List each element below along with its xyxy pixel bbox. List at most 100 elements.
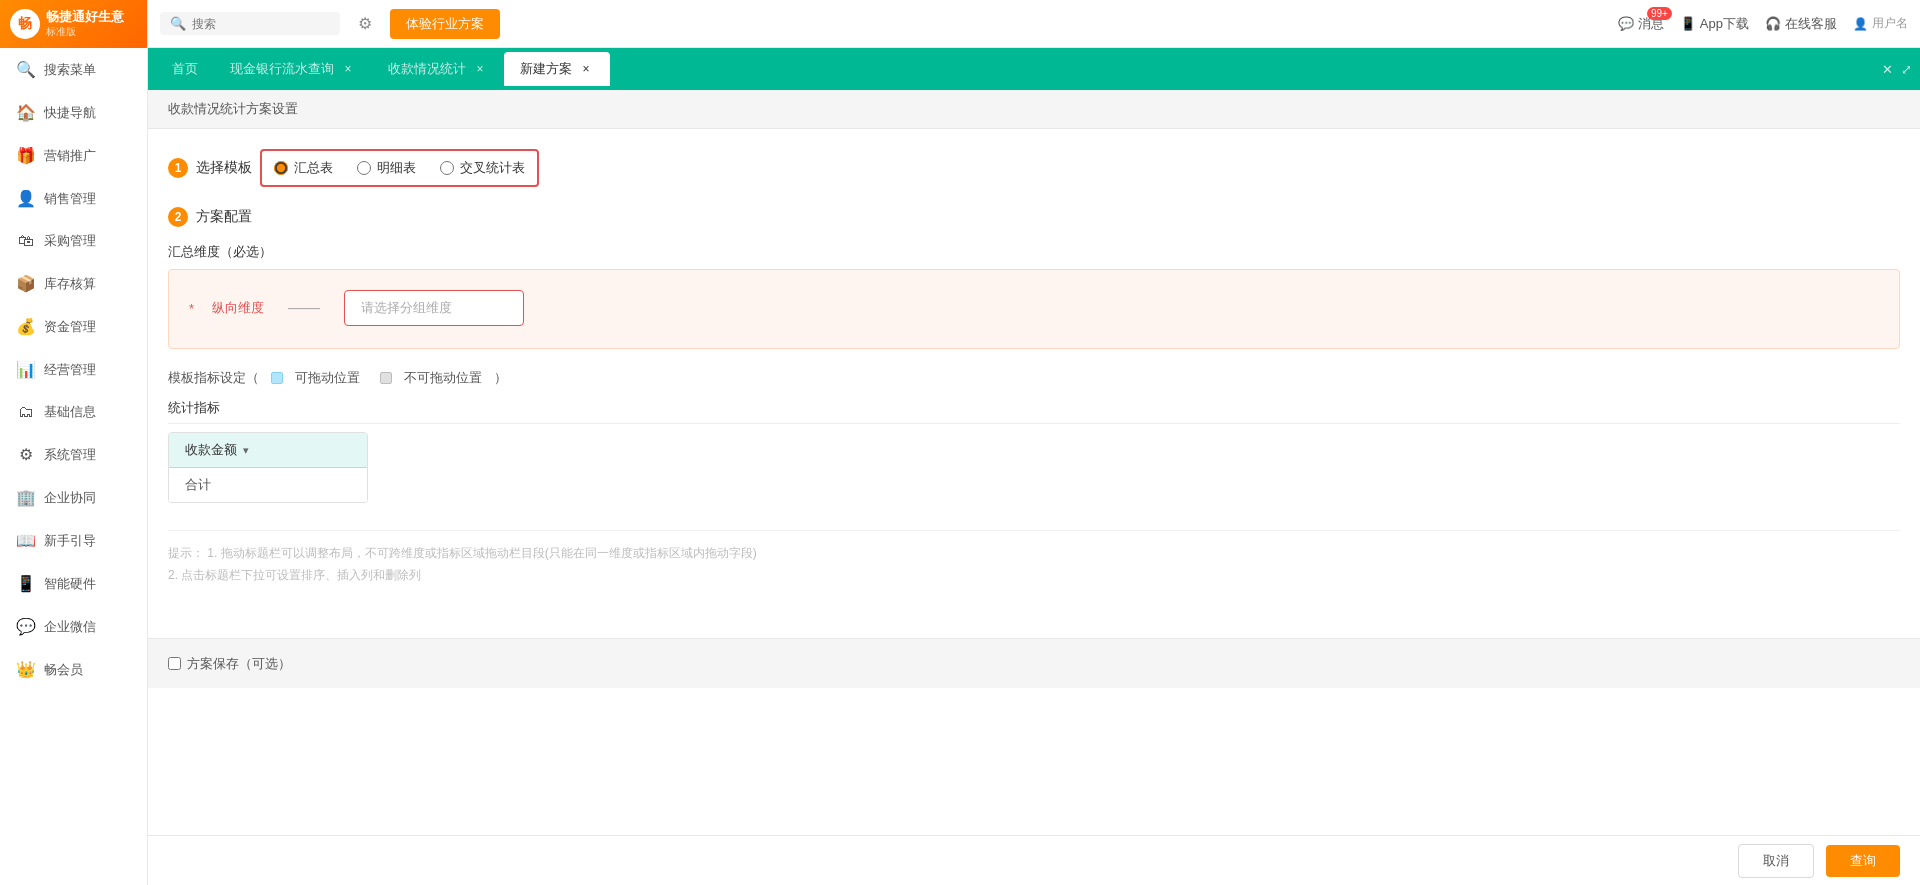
industry-button[interactable]: 体验行业方案: [390, 9, 500, 39]
topbar-right: 💬 消息 99+ 📱 App下载 🎧 在线客服 👤 用户名: [1618, 15, 1908, 33]
radio-summary[interactable]: 汇总表: [274, 159, 333, 177]
message-count: 99+: [1647, 7, 1672, 20]
search-icon: 🔍: [16, 60, 36, 79]
building-icon: 🏢: [16, 488, 36, 507]
settings-icon[interactable]: ⚙: [350, 9, 380, 39]
radio-detail-input[interactable]: [357, 161, 371, 175]
sidebar-item-basic[interactable]: 🗂 基础信息: [0, 391, 147, 433]
sidebar-item-inventory[interactable]: 📦 库存核算: [0, 262, 147, 305]
sidebar-item-label: 基础信息: [44, 403, 96, 421]
content-area: 收款情况统计方案设置 1 选择模板 汇总表: [148, 90, 1920, 835]
form-content: 1 选择模板 汇总表 明细表: [148, 129, 1920, 638]
sidebar-item-newbie[interactable]: 📖 新手引导: [0, 519, 147, 562]
step1-header: 1 选择模板 汇总表 明细表: [168, 149, 1900, 187]
search-box[interactable]: 🔍: [160, 12, 340, 35]
template-options: 汇总表 明细表 交叉统计表: [260, 149, 539, 187]
sidebar-item-sales[interactable]: 👤 销售管理: [0, 177, 147, 220]
online-service[interactable]: 🎧 在线客服: [1765, 15, 1837, 33]
radio-detail[interactable]: 明细表: [357, 159, 416, 177]
money-icon: 💰: [16, 317, 36, 336]
sidebar-item-label: 资金管理: [44, 318, 96, 336]
draggable-badge: [271, 372, 283, 384]
search-input[interactable]: [192, 17, 312, 31]
sidebar-item-enterprise[interactable]: 🏢 企业协同: [0, 476, 147, 519]
indicator-table-header[interactable]: 收款金额 ▾: [169, 433, 367, 468]
sidebar-item-operation[interactable]: 📊 经营管理: [0, 348, 147, 391]
radio-cross[interactable]: 交叉统计表: [440, 159, 525, 177]
cancel-button[interactable]: 取消: [1738, 844, 1814, 878]
topbar: 🔍 ⚙ 体验行业方案 💬 消息 99+ 📱 App下载 🎧 在线客服 👤 用户名: [148, 0, 1920, 48]
tabbar: 首页 现金银行流水查询 × 收款情况统计 × 新建方案 × ✕ ⤢: [148, 48, 1920, 90]
fixed-label: 不可拖动位置: [404, 369, 482, 387]
sidebar-item-label: 新手引导: [44, 532, 96, 550]
required-mark: *: [189, 301, 194, 316]
user-area[interactable]: 👤 用户名: [1853, 15, 1908, 32]
sidebar-item-search[interactable]: 🔍 搜索菜单: [0, 48, 147, 91]
indicator-row-text: 合计: [185, 477, 211, 492]
chat-icon: 💬: [16, 617, 36, 636]
tab-cashflow-label: 现金银行流水查询: [230, 60, 334, 78]
footer-area: 方案保存（可选）: [148, 638, 1920, 688]
logo-icon: 畅: [10, 9, 40, 39]
indicators-header: 模板指标设定（ 可拖动位置 不可拖动位置 ）: [168, 369, 1900, 387]
sidebar-nav: 🔍 搜索菜单 🏠 快捷导航 🎁 营销推广 👤 销售管理 🛍 采购管理 📦 库存核…: [0, 48, 147, 885]
logo-title: 畅捷通好生意: [46, 9, 124, 25]
save-option[interactable]: 方案保存（可选）: [168, 655, 291, 673]
sidebar-item-label: 畅会员: [44, 661, 83, 679]
radio-summary-label: 汇总表: [294, 159, 333, 177]
sidebar-item-system[interactable]: ⚙ 系统管理: [0, 433, 147, 476]
sidebar-item-purchase[interactable]: 🛍 采购管理: [0, 220, 147, 262]
search-icon: 🔍: [170, 16, 186, 31]
dimension-placeholder: 请选择分组维度: [361, 300, 452, 315]
tab-cashflow[interactable]: 现金银行流水查询 ×: [214, 52, 372, 86]
tips-line2: 2. 点击标题栏下拉可设置排序、插入列和删除列: [168, 565, 1900, 587]
window-expand-icon[interactable]: ⤢: [1901, 62, 1912, 77]
step1-title: 选择模板: [196, 159, 252, 177]
vertical-dimension-label: 纵向维度: [212, 299, 264, 317]
sidebar-item-label: 快捷导航: [44, 104, 96, 122]
sidebar-item-capital[interactable]: 💰 资金管理: [0, 305, 147, 348]
radio-cross-input[interactable]: [440, 161, 454, 175]
home-icon: 🏠: [16, 103, 36, 122]
download-icon: 📱: [1680, 16, 1696, 31]
close-paren: ）: [494, 369, 507, 387]
indicators-label: 模板指标设定（: [168, 369, 259, 387]
tab-new-plan[interactable]: 新建方案 ×: [504, 52, 610, 86]
sidebar-item-marketing[interactable]: 🎁 营销推广: [0, 134, 147, 177]
indicators-section: 模板指标设定（ 可拖动位置 不可拖动位置 ） 统计指标 收款金额 ▾: [168, 369, 1900, 506]
tab-collection-close[interactable]: ×: [472, 61, 488, 77]
tab-cashflow-close[interactable]: ×: [340, 61, 356, 77]
app-download[interactable]: 📱 App下载: [1680, 15, 1749, 33]
user-icon: 👤: [16, 189, 36, 208]
sidebar-item-member[interactable]: 👑 畅会员: [0, 648, 147, 691]
username: 用户名: [1872, 15, 1908, 32]
sidebar-item-label: 企业协同: [44, 489, 96, 507]
radio-summary-input[interactable]: [274, 161, 288, 175]
radio-detail-label: 明细表: [377, 159, 416, 177]
tab-new-plan-close[interactable]: ×: [578, 61, 594, 77]
user-avatar: 👤: [1853, 17, 1868, 31]
tabbar-actions: ✕ ⤢: [1882, 62, 1912, 77]
query-button[interactable]: 查询: [1826, 845, 1900, 877]
sidebar-item-weixin[interactable]: 💬 企业微信: [0, 605, 147, 648]
window-close-icon[interactable]: ✕: [1882, 62, 1893, 77]
step2-title: 方案配置: [196, 208, 252, 226]
tab-home-label: 首页: [172, 60, 198, 78]
sidebar-item-hardware[interactable]: 📱 智能硬件: [0, 562, 147, 605]
sidebar-item-quicknav[interactable]: 🏠 快捷导航: [0, 91, 147, 134]
radio-cross-label: 交叉统计表: [460, 159, 525, 177]
sidebar-item-label: 库存核算: [44, 275, 96, 293]
tab-home[interactable]: 首页: [156, 52, 214, 86]
sidebar: 畅 畅捷通好生意 标准版 🔍 搜索菜单 🏠 快捷导航 🎁 营销推广 👤 销售管理…: [0, 0, 148, 885]
tab-collection-label: 收款情况统计: [388, 60, 466, 78]
crown-icon: 👑: [16, 660, 36, 679]
sidebar-item-label: 销售管理: [44, 190, 96, 208]
phone-icon: 📱: [16, 574, 36, 593]
indicator-table: 收款金额 ▾ 合计: [168, 432, 368, 503]
save-checkbox[interactable]: [168, 657, 181, 670]
dimension-select[interactable]: 请选择分组维度: [344, 290, 524, 326]
gear-icon: ⚙: [16, 445, 36, 464]
tab-collection[interactable]: 收款情况统计 ×: [372, 52, 504, 86]
message-badge[interactable]: 💬 消息 99+: [1618, 15, 1664, 33]
indicator-table-row: 合计: [169, 468, 367, 502]
